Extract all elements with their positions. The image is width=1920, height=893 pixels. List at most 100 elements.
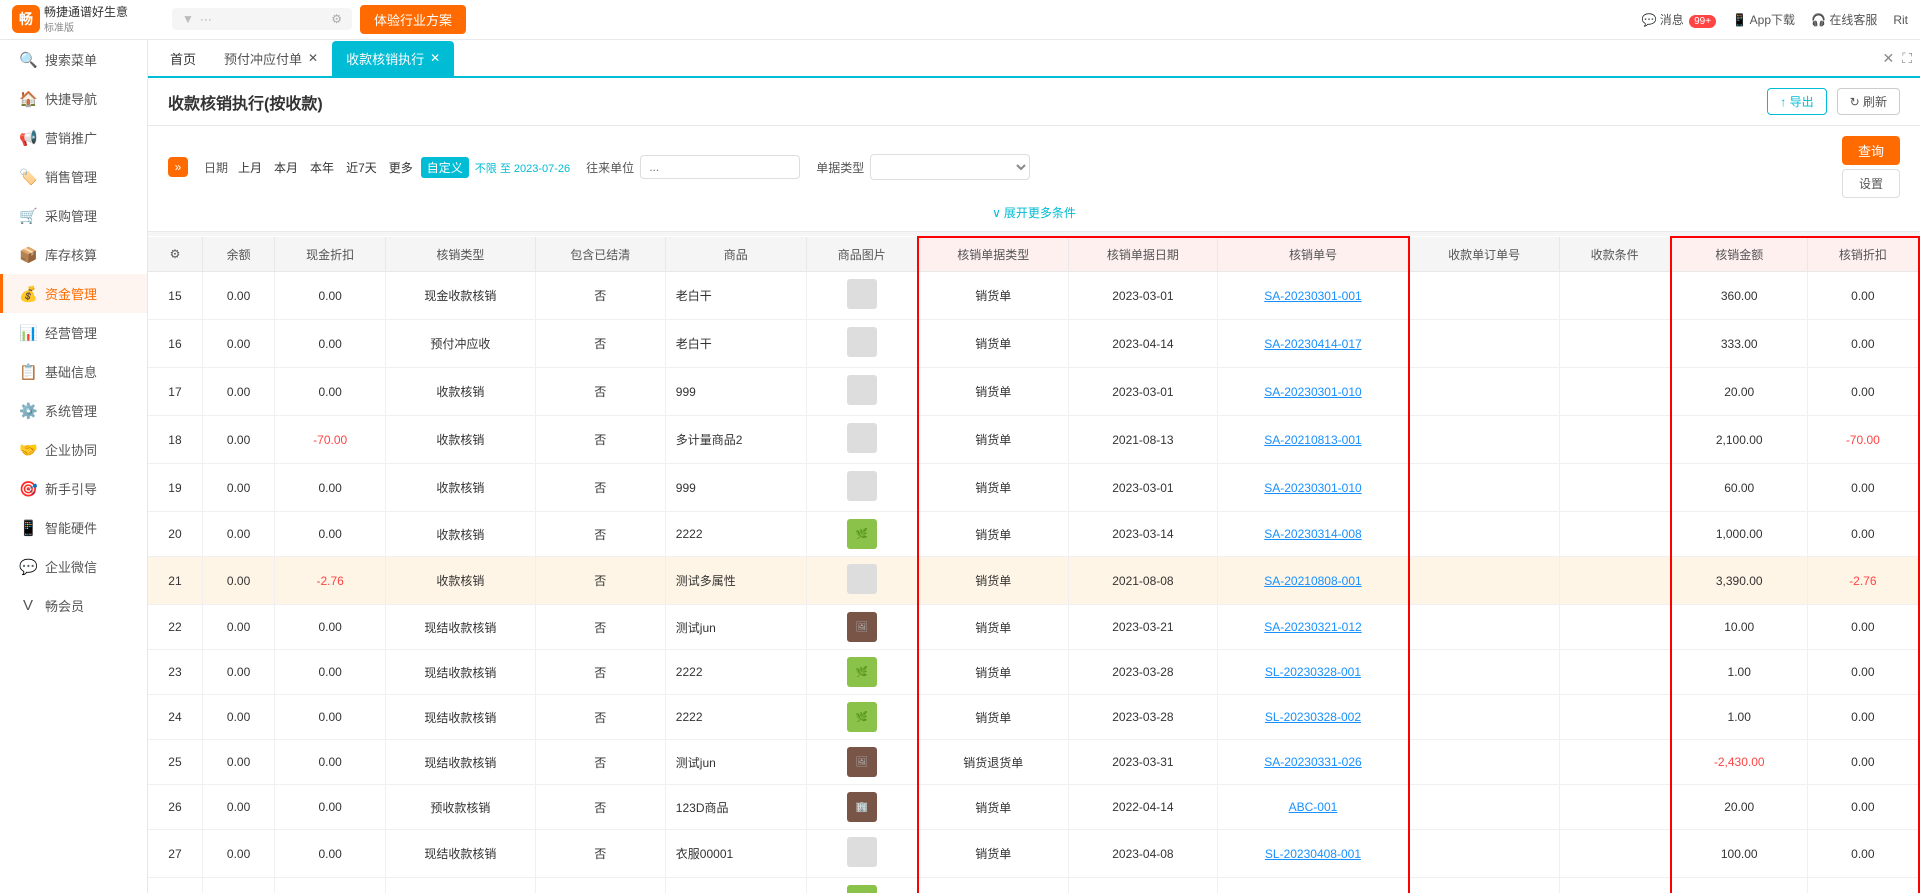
close-tab-action[interactable]: ✕ [1882,50,1894,67]
sidebar-item-finance[interactable]: 💰 资金管理 [0,274,147,313]
voucher-no-link[interactable]: SA-20230301-010 [1264,481,1361,495]
export-button[interactable]: ↑ 导出 [1767,88,1826,115]
voucher-no-link[interactable]: SA-20230314-008 [1264,527,1361,541]
logo-icon: 畅 [12,5,40,33]
basic-icon: 📋 [19,363,37,381]
tab-home[interactable]: 首页 [156,41,210,76]
wechat-icon: 💬 [19,558,37,576]
col-receipt-condition: 收款条件 [1559,237,1671,272]
col-receipt-order: 收款单订单号 [1409,237,1559,272]
col-writeoff-type: 核销类型 [386,237,535,272]
hardware-icon: 📱 [19,519,37,537]
tab-prepay[interactable]: 预付冲应付单 ✕ [210,41,332,76]
filter-date-group: 日期 上月 本月 本年 近7天 更多 自定义 不限 至 2023-07-26 [204,157,570,178]
col-voucher-type: 核销单据类型 [918,237,1068,272]
filter-row: » 日期 上月 本月 本年 近7天 更多 自定义 不限 [168,136,1900,198]
date-option-custom[interactable]: 自定义 [421,157,469,178]
col-writeoff-discount: 核销折扣 [1807,237,1919,272]
filter-voucher-type-group: 单据类型 [816,154,1030,180]
expand-tab-action[interactable]: ⛶ [1902,50,1912,67]
online-service[interactable]: 🎧 在线客服 [1811,11,1877,28]
date-option-7days[interactable]: 近7天 [342,157,381,178]
voucher-no-link[interactable]: SL-20230408-001 [1265,847,1361,861]
search-icon: 🔍 [19,51,37,69]
tab-bar: 首页 预付冲应付单 ✕ 收款核销执行 ✕ ✕ ⛶ [148,40,1920,78]
marketing-icon: 📢 [19,129,37,147]
logo-area: 畅 畅捷通谱好生意 标准版 [12,5,160,34]
voucher-no-link[interactable]: SL-20230328-001 [1265,665,1361,679]
user-name[interactable]: Rit [1893,13,1908,27]
settings-icon: ⚙ [170,247,181,261]
sidebar-item-sales[interactable]: 🏷️ 销售管理 [0,157,147,196]
sidebar-item-wechat[interactable]: 💬 企业微信 [0,547,147,586]
sidebar-item-nav[interactable]: 🏠 快捷导航 [0,79,147,118]
system-icon: ⚙️ [19,402,37,420]
finance-icon: 💰 [19,285,37,303]
top-bar-left: 畅 畅捷通谱好生意 标准版 ▼ ··· ⚙ 体验行业方案 [12,5,1641,34]
col-settings[interactable]: ⚙ [148,237,202,272]
date-option-more[interactable]: 更多 [385,157,417,178]
sidebar-item-search[interactable]: 🔍 搜索菜单 [0,40,147,79]
voucher-type-select[interactable] [870,154,1030,180]
sidebar-item-collab[interactable]: 🤝 企业协同 [0,430,147,469]
col-voucher-no: 核销单号 [1218,237,1409,272]
partner-input[interactable] [640,155,800,179]
sidebar-item-hardware[interactable]: 📱 智能硬件 [0,508,147,547]
table-row: 280.000.00现结收款核销否2222🌿销货单2023-04-18SL-20… [148,878,1919,893]
solution-button[interactable]: 体验行业方案 [360,5,466,34]
top-search-area[interactable]: ▼ ··· ⚙ [172,8,352,30]
sidebar: 🔍 搜索菜单 🏠 快捷导航 📢 营销推广 🏷️ 销售管理 🛒 采购管理 📦 库存… [0,40,148,893]
expand-more-button[interactable]: ∨ 展开更多条件 [992,204,1076,221]
table-row: 220.000.00现结收款核销否测试jun🖼销货单2023-03-21SA-2… [148,605,1919,650]
sidebar-item-member[interactable]: V 畅会员 [0,586,147,625]
sidebar-item-inventory[interactable]: 📦 库存核算 [0,235,147,274]
tab-prepay-close[interactable]: ✕ [308,51,318,65]
tab-writeoff-close[interactable]: ✕ [430,51,440,65]
date-option-this-year[interactable]: 本年 [306,157,338,178]
table-row: 260.000.00预收款核销否123D商品🏢销货单2022-04-14ABC-… [148,785,1919,830]
table-row: 190.000.00收款核销否999销货单2023-03-01SA-202303… [148,464,1919,512]
col-include-settled: 包含已结清 [535,237,665,272]
sidebar-item-guide[interactable]: 🎯 新手引导 [0,469,147,508]
filter-date-options: 上月 本月 本年 近7天 更多 自定义 [234,157,469,178]
date-option-this-month[interactable]: 本月 [270,157,302,178]
table-row: 150.000.00现金收款核销否老白干销货单2023-03-01SA-2023… [148,272,1919,320]
col-product: 商品 [665,237,806,272]
col-balance: 余额 [202,237,274,272]
voucher-no-link[interactable]: SA-20230301-001 [1264,289,1361,303]
message-area[interactable]: 💬 消息 99+ [1641,11,1716,28]
sidebar-item-system[interactable]: ⚙️ 系统管理 [0,391,147,430]
collab-icon: 🤝 [19,441,37,459]
table-row: 200.000.00收款核销否2222🌿销货单2023-03-14SA-2023… [148,512,1919,557]
expand-more-area: ∨ 展开更多条件 [168,204,1900,221]
voucher-no-link[interactable]: SA-20230331-026 [1264,755,1361,769]
table-row: 170.000.00收款核销否999销货单2023-03-01SA-202303… [148,368,1919,416]
data-table: ⚙ 余额 现金折扣 核销类型 包含已结清 商品 商品图片 核销单据类型 核销单据… [148,236,1920,893]
filter-bar: » 日期 上月 本月 本年 近7天 更多 自定义 不限 [148,126,1920,232]
voucher-no-link[interactable]: ABC-001 [1289,800,1338,814]
voucher-no-link[interactable]: SA-20230414-017 [1264,337,1361,351]
sidebar-item-purchase[interactable]: 🛒 采购管理 [0,196,147,235]
home-icon: 🏠 [19,90,37,108]
filter-expand-button[interactable]: » [168,157,188,177]
query-button[interactable]: 查询 [1842,136,1900,165]
sidebar-item-basic[interactable]: 📋 基础信息 [0,352,147,391]
voucher-no-link[interactable]: SA-20210813-001 [1264,433,1361,447]
date-range: 不限 至 2023-07-26 [475,163,570,175]
member-icon: V [19,597,37,614]
gear-icon[interactable]: ⚙ [331,12,342,26]
refresh-icon: ↻ [1850,95,1860,109]
voucher-no-link[interactable]: SA-20230301-010 [1264,385,1361,399]
voucher-no-link[interactable]: SA-20230321-012 [1264,620,1361,634]
date-option-last-month[interactable]: 上月 [234,157,266,178]
table-row: 240.000.00现结收款核销否2222🌿销货单2023-03-28SL-20… [148,695,1919,740]
sidebar-item-marketing[interactable]: 📢 营销推广 [0,118,147,157]
refresh-button[interactable]: ↻ 刷新 [1837,88,1900,115]
voucher-no-link[interactable]: SL-20230328-002 [1265,710,1361,724]
app-download[interactable]: 📱 App下载 [1732,11,1795,28]
voucher-no-link[interactable]: SA-20210808-001 [1264,574,1361,588]
main-content: 首页 预付冲应付单 ✕ 收款核销执行 ✕ ✕ ⛶ 收款核销执行(按收款) [148,40,1920,893]
sidebar-item-management[interactable]: 📊 经营管理 [0,313,147,352]
settings-button[interactable]: 设置 [1842,169,1900,198]
tab-writeoff[interactable]: 收款核销执行 ✕ [332,41,454,76]
